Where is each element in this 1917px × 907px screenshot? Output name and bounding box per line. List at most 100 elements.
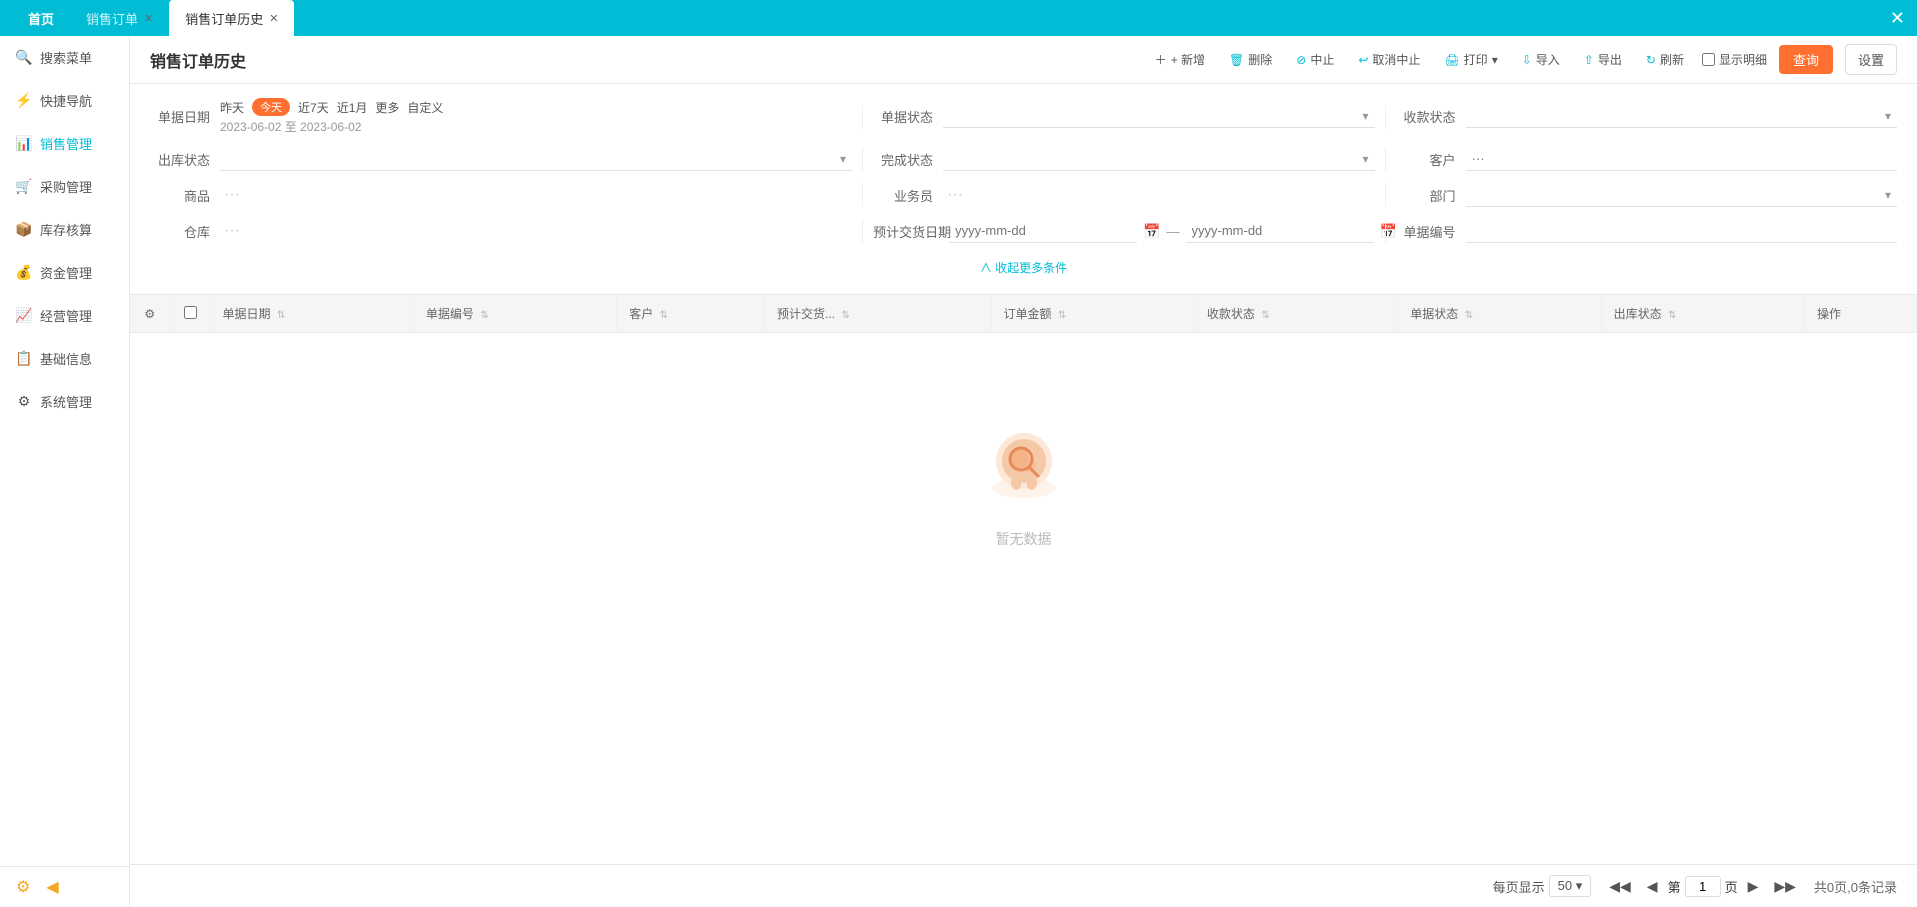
date-buttons: 昨天 今天 近7天 近1月 更多 自定义 [220,98,852,116]
import-button[interactable]: ⇩ 导入 [1516,47,1566,72]
date-today-btn[interactable]: 今天 [252,98,290,116]
payment-status-label: 收款状态 [1396,107,1466,126]
sidebar-item-base-info-label: 基础信息 [40,349,92,368]
page-label: 第 [1668,877,1681,896]
th-payment-status[interactable]: 收款状态 ⇅ [1194,295,1397,333]
last-page-button[interactable]: ▶▶ [1768,876,1802,897]
th-delivery[interactable]: 预计交货... ⇅ [765,295,992,333]
settings-label: 设置 [1858,50,1884,69]
next-page-button[interactable]: ▶ [1742,876,1765,897]
refresh-label: 刷新 [1660,51,1684,68]
tab-home[interactable]: 首页 [12,0,70,36]
new-button[interactable]: ＋ + 新增 [1149,47,1211,72]
date-yesterday-btn[interactable]: 昨天 [220,99,244,116]
query-button[interactable]: 查询 [1779,45,1833,74]
date-range-display: 2023-06-02 至 2023-06-02 [220,118,852,135]
display-detail-toggle[interactable]: 显示明细 [1702,51,1767,68]
sidebar-item-sales-mgmt[interactable]: 📊 销售管理 [0,122,129,165]
stock-out-label: 出库状态 [150,150,220,169]
page-number-input[interactable] [1685,876,1721,897]
top-bar: 首页 销售订单 ✕ 销售订单历史 ✕ ✕ [0,0,1917,36]
select-all-checkbox[interactable] [184,306,197,319]
delivery-date-to-input[interactable] [1186,219,1374,243]
tab-sales-order-history-close[interactable]: ✕ [269,12,278,25]
sidebar-item-base-info[interactable]: 📋 基础信息 [0,337,129,380]
sidebar-bottom: ⚙ ◀ [0,866,129,907]
salesperson-dots[interactable]: ··· [943,186,967,204]
calendar-to-icon[interactable]: 📅 [1380,223,1397,240]
first-page-button[interactable]: ◀◀ [1603,876,1637,897]
per-page-value[interactable]: 50 ▾ [1549,875,1592,897]
th-date-label: 单据日期 [223,307,271,321]
order-no-input[interactable] [1466,219,1897,243]
sidebar-item-inventory[interactable]: 📦 库存核算 [0,208,129,251]
dept-select[interactable]: ▾ [1466,184,1897,207]
tabs-area: 首页 销售订单 ✕ 销售订单历史 ✕ [12,0,294,36]
customer-label: 客户 [1396,150,1466,169]
content-area: 销售订单历史 ＋ + 新增 🗑 删除 ⊘ 中止 ↩ 取消中止 [130,36,1917,907]
warehouse-dots[interactable]: ··· [220,222,244,240]
divider-6 [1385,183,1386,207]
display-detail-checkbox[interactable] [1702,53,1715,66]
refresh-button[interactable]: ↻ 刷新 [1640,47,1690,72]
export-button[interactable]: ⇧ 导出 [1578,47,1628,72]
stop-icon: ⊘ [1296,53,1306,67]
th-date[interactable]: 单据日期 ⇅ [210,295,413,333]
sidebar-item-search-menu[interactable]: 🔍 搜索菜单 [0,36,129,79]
th-stock-status[interactable]: 出库状态 ⇅ [1601,295,1804,333]
order-status-select[interactable]: ▾ [943,105,1374,128]
delivery-date-label: 预计交货日期 [873,222,943,241]
th-customer[interactable]: 客户 ⇅ [617,295,765,333]
window-close-button[interactable]: ✕ [1890,8,1905,29]
sidebar: 🔍 搜索菜单 ⚡ 快捷导航 📊 销售管理 🛒 采购管理 📦 库存核算 💰 资金管… [0,36,130,907]
order-status-label: 单据状态 [873,107,943,126]
stock-status-sort-icon: ⇅ [1668,310,1676,321]
complete-select[interactable]: ▾ [943,148,1374,171]
divider-4 [1385,147,1386,171]
customer-input[interactable] [1466,147,1897,171]
sidebar-item-sys-mgmt[interactable]: ⚙ 系统管理 [0,380,129,423]
th-order-status[interactable]: 单据状态 ⇅ [1398,295,1601,333]
th-no[interactable]: 单据编号 ⇅ [413,295,616,333]
sidebar-item-purchase-mgmt[interactable]: 🛒 采购管理 [0,165,129,208]
sidebar-item-finance[interactable]: 💰 资金管理 [0,251,129,294]
inventory-icon: 📦 [16,222,32,238]
delivery-sort-icon: ⇅ [841,310,849,321]
delivery-date-from-input[interactable] [949,219,1137,243]
export-label: 导出 [1598,51,1622,68]
page-title: 销售订单历史 [150,48,246,72]
date-custom-btn[interactable]: 自定义 [407,99,443,116]
sidebar-toggle-icon[interactable]: ◀ [46,877,58,897]
settings-button[interactable]: 设置 [1845,44,1897,75]
sidebar-settings-icon[interactable]: ⚙ [16,877,30,897]
stop-button[interactable]: ⊘ 中止 [1290,47,1340,72]
stock-out-select[interactable]: ▾ [220,148,852,171]
sidebar-item-quick-nav[interactable]: ⚡ 快捷导航 [0,79,129,122]
th-checkbox[interactable] [170,295,210,333]
payment-status-select[interactable]: ▾ [1466,105,1897,128]
import-icon: ⇩ [1522,53,1532,67]
th-order-status-label: 单据状态 [1410,307,1458,321]
tab-sales-order-close[interactable]: ✕ [144,12,153,25]
collapse-bar[interactable]: ∧ 收起更多条件 [150,255,1897,280]
tab-sales-order[interactable]: 销售订单 ✕ [70,0,169,36]
calendar-from-icon[interactable]: 📅 [1143,223,1160,240]
sidebar-item-operations[interactable]: 📈 经营管理 [0,294,129,337]
product-dots[interactable]: ··· [220,186,244,204]
delete-button[interactable]: 🗑 删除 [1223,47,1278,72]
cancel-stop-button[interactable]: ↩ 取消中止 [1352,47,1426,72]
no-sort-icon: ⇅ [480,310,488,321]
operations-icon: 📈 [16,308,32,324]
date-more-btn[interactable]: 更多 [375,99,399,116]
th-amount[interactable]: 订单金额 ⇅ [991,295,1194,333]
top-bar-right: ✕ [1890,8,1905,29]
prev-page-button[interactable]: ◀ [1641,876,1664,897]
th-settings[interactable]: ⚙ [130,295,170,333]
tab-sales-order-history[interactable]: 销售订单历史 ✕ [169,0,294,36]
date-7days-btn[interactable]: 近7天 [298,99,329,116]
date-1month-btn[interactable]: 近1月 [337,99,368,116]
sidebar-item-operations-label: 经营管理 [40,306,92,325]
print-button[interactable]: 🖨 打印 ▾ [1438,47,1503,72]
sidebar-item-purchase-mgmt-label: 采购管理 [40,177,92,196]
date-sort-icon: ⇅ [277,310,285,321]
